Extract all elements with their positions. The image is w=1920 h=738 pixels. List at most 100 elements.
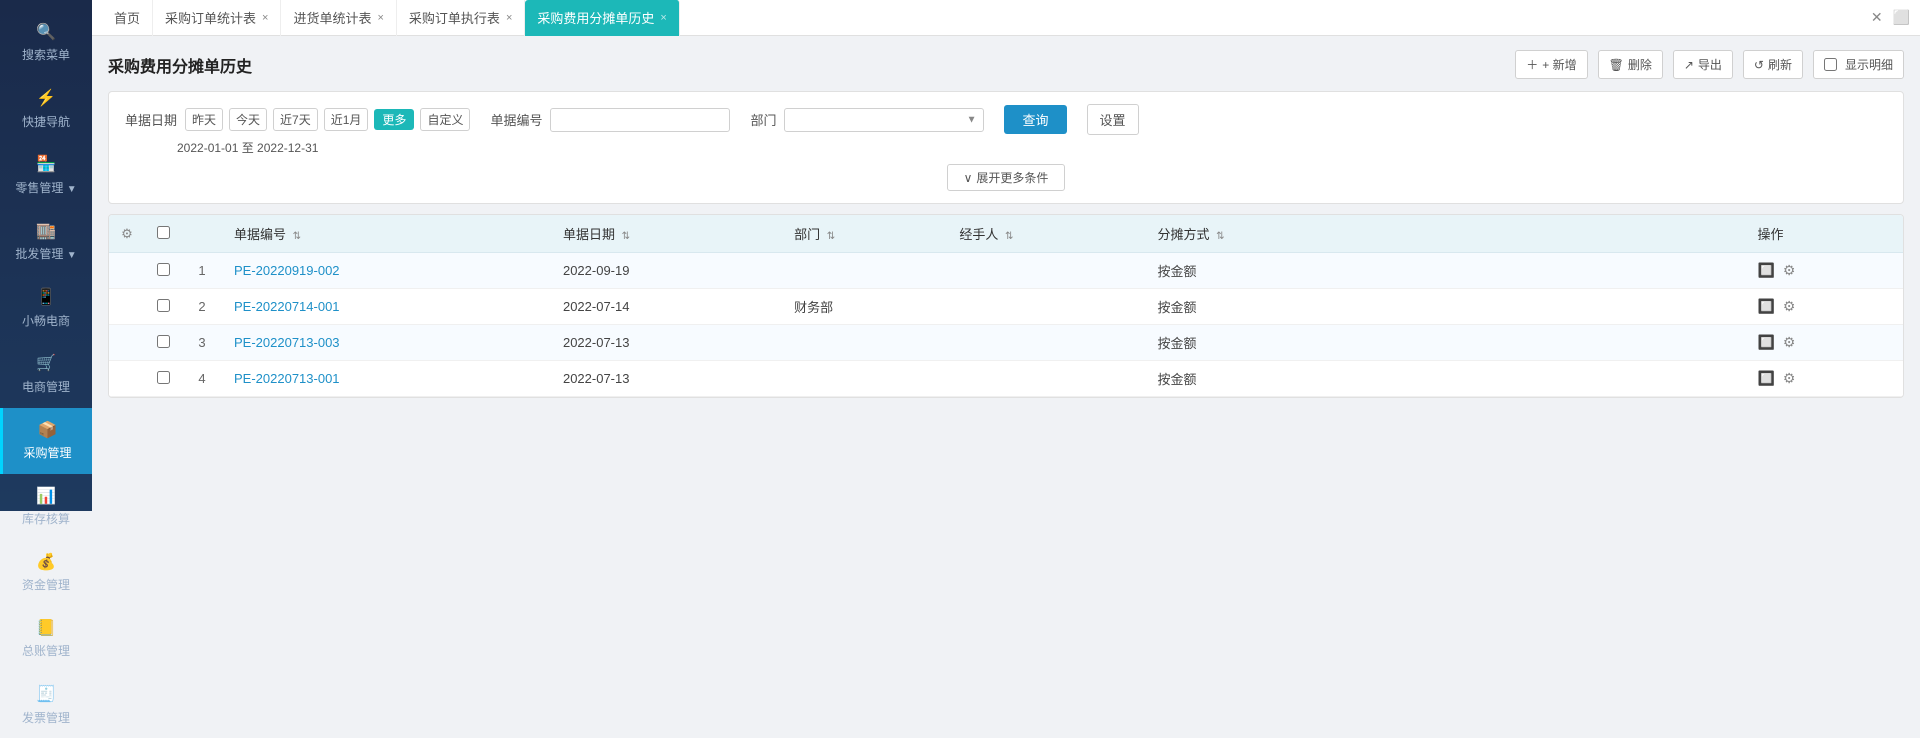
yesterday-btn[interactable]: 昨天	[185, 108, 223, 131]
mini-ecom-icon: 📱	[4, 287, 88, 309]
edit-action-icon[interactable]: ⚙	[1783, 370, 1796, 387]
th-split-method: 分摊方式 ⇅	[1145, 215, 1745, 253]
th-doc-date: 单据日期 ⇅	[551, 215, 782, 253]
table-header-row: ⚙ 单据编号 ⇅ 单据日期 ⇅	[109, 215, 1903, 253]
row-checkbox[interactable]	[157, 299, 170, 312]
doc-no-link[interactable]: PE-20220919-002	[234, 263, 340, 278]
th-num	[182, 215, 222, 253]
edit-action-icon[interactable]: ⚙	[1783, 298, 1796, 315]
close-tab-purchase-order-stats[interactable]: ×	[262, 12, 268, 24]
page-title: 采购费用分摊单历史	[108, 53, 252, 77]
search-settings-button[interactable]: 设置	[1087, 104, 1139, 135]
tab-purchase-cost-hist[interactable]: 采购费用分摊单历史 ×	[525, 0, 679, 36]
ledger-icon: 📒	[4, 618, 88, 640]
custom-date-btn[interactable]: 自定义	[420, 108, 470, 131]
cell-actions: 🔲 ⚙	[1745, 361, 1903, 397]
refresh-icon: ↺	[1754, 58, 1764, 72]
cell-actions: 🔲 ⚙	[1745, 253, 1903, 289]
last7days-btn[interactable]: 近7天	[273, 108, 318, 131]
row-checkbox[interactable]	[157, 263, 170, 276]
doc-no-link[interactable]: PE-20220713-003	[234, 335, 340, 350]
close-tab-purchase-order-exec[interactable]: ×	[506, 12, 512, 24]
sort-split-method-icon[interactable]: ⇅	[1216, 231, 1224, 242]
close-tab-inbound-stats[interactable]: ×	[377, 12, 383, 24]
header-actions: ＋ + 新增 🗑 删除 ↗ 导出 ↺ 刷新 显示明细	[1515, 50, 1904, 79]
sidebar-item-invoice-mgmt[interactable]: 🧾 发票管理	[0, 672, 92, 738]
sidebar-item-inventory[interactable]: 📊 库存核算	[0, 474, 92, 540]
edit-action-icon[interactable]: ⚙	[1783, 334, 1796, 351]
row-checkbox[interactable]	[157, 371, 170, 384]
edit-action-icon[interactable]: ⚙	[1783, 262, 1796, 279]
cell-split-method: 按金额	[1145, 361, 1745, 397]
row-actions: 🔲 ⚙	[1757, 334, 1891, 351]
today-btn[interactable]: 今天	[229, 108, 267, 131]
sort-handler-icon[interactable]: ⇅	[1005, 231, 1013, 242]
cell-handler	[947, 289, 1145, 325]
show-cols-toggle[interactable]: 显示明细	[1813, 50, 1904, 79]
cell-dept: 财务部	[782, 289, 947, 325]
row-checkbox[interactable]	[157, 335, 170, 348]
refresh-button[interactable]: ↺ 刷新	[1743, 50, 1803, 79]
sidebar-item-finance-mgmt[interactable]: 💰 资金管理	[0, 540, 92, 606]
doc-no-link[interactable]: PE-20220714-001	[234, 299, 340, 314]
sidebar-item-mini-ecom[interactable]: 📱 小畅电商	[0, 275, 92, 341]
settings-icon[interactable]: ⚙	[121, 226, 133, 241]
cell-checkbox	[145, 361, 182, 397]
th-dept: 部门 ⇅	[782, 215, 947, 253]
th-doc-no: 单据编号 ⇅	[222, 215, 551, 253]
data-table: ⚙ 单据编号 ⇅ 单据日期 ⇅	[109, 215, 1903, 397]
view-action-icon[interactable]: 🔲	[1757, 298, 1774, 315]
cell-doc-date: 2022-07-13	[551, 361, 782, 397]
quick-nav-icon: ⚡	[4, 88, 88, 110]
sidebar-item-search-menu[interactable]: 🔍 搜索菜单	[0, 10, 92, 76]
tab-purchase-order-exec[interactable]: 采购订单执行表 ×	[397, 0, 525, 36]
tab-purchase-order-stats[interactable]: 采购订单统计表 ×	[153, 0, 281, 36]
cell-num: 1	[182, 253, 222, 289]
view-action-icon[interactable]: 🔲	[1757, 334, 1774, 351]
row-actions: 🔲 ⚙	[1757, 262, 1891, 279]
sidebar-item-retail-mgmt[interactable]: 🏪 零售管理 ▼	[0, 142, 92, 208]
query-button[interactable]: 查询	[1004, 105, 1066, 134]
view-action-icon[interactable]: 🔲	[1757, 370, 1774, 387]
delete-button[interactable]: 🗑 删除	[1598, 50, 1663, 79]
table-row: 1 PE-20220919-002 2022-09-19 按金额 🔲 ⚙	[109, 253, 1903, 289]
search-menu-icon: 🔍	[4, 22, 88, 44]
sidebar-item-ledger-mgmt[interactable]: 📒 总账管理	[0, 606, 92, 672]
sidebar-item-wholesale-mgmt[interactable]: 🏬 批发管理 ▼	[0, 209, 92, 275]
sort-dept-icon[interactable]: ⇅	[827, 231, 835, 242]
cell-checkbox	[145, 325, 182, 361]
doc-no-input[interactable]	[550, 108, 730, 132]
sidebar-item-purchase-mgmt[interactable]: 📦 采购管理	[0, 408, 92, 474]
tab-home[interactable]: 首页	[102, 0, 153, 36]
sidebar-item-ecom-mgmt[interactable]: 🛒 电商管理	[0, 341, 92, 407]
cell-doc-no: PE-20220919-002	[222, 253, 551, 289]
last1month-btn[interactable]: 近1月	[324, 108, 369, 131]
export-icon: ↗	[1684, 58, 1694, 72]
export-button[interactable]: ↗ 导出	[1673, 50, 1733, 79]
sidebar-item-quick-nav[interactable]: ⚡ 快捷导航	[0, 76, 92, 142]
doc-no-field: 单据编号	[490, 108, 730, 132]
view-action-icon[interactable]: 🔲	[1757, 262, 1774, 279]
chevron-down-icon: ▼	[67, 184, 77, 195]
table-row: 2 PE-20220714-001 2022-07-14 财务部 按金额 🔲 ⚙	[109, 289, 1903, 325]
sort-doc-no-icon[interactable]: ⇅	[293, 231, 301, 242]
more-date-btn[interactable]: 更多	[374, 109, 414, 130]
date-shortcuts: 昨天 今天 近7天 近1月 更多	[185, 108, 470, 131]
close-all-tabs-icon[interactable]: ✕	[1871, 9, 1883, 26]
expand-conditions-btn[interactable]: ∨ 展开更多条件	[947, 164, 1066, 191]
add-button[interactable]: ＋ + 新增	[1515, 50, 1587, 79]
th-gear: ⚙	[109, 215, 145, 253]
restore-window-icon[interactable]: ⬜	[1893, 9, 1910, 26]
cell-handler	[947, 253, 1145, 289]
cell-doc-no: PE-20220714-001	[222, 289, 551, 325]
doc-no-link[interactable]: PE-20220713-001	[234, 371, 340, 386]
close-tab-purchase-cost-hist[interactable]: ×	[660, 12, 666, 24]
row-actions: 🔲 ⚙	[1757, 370, 1891, 387]
tab-inbound-stats[interactable]: 进货单统计表 ×	[281, 0, 396, 36]
retail-icon: 🏪	[4, 154, 88, 176]
dept-input[interactable]	[784, 108, 984, 132]
sort-doc-date-icon[interactable]: ⇅	[622, 231, 630, 242]
select-all-checkbox[interactable]	[157, 226, 170, 239]
cell-split-method: 按金额	[1145, 325, 1745, 361]
show-cols-checkbox[interactable]	[1824, 58, 1837, 71]
